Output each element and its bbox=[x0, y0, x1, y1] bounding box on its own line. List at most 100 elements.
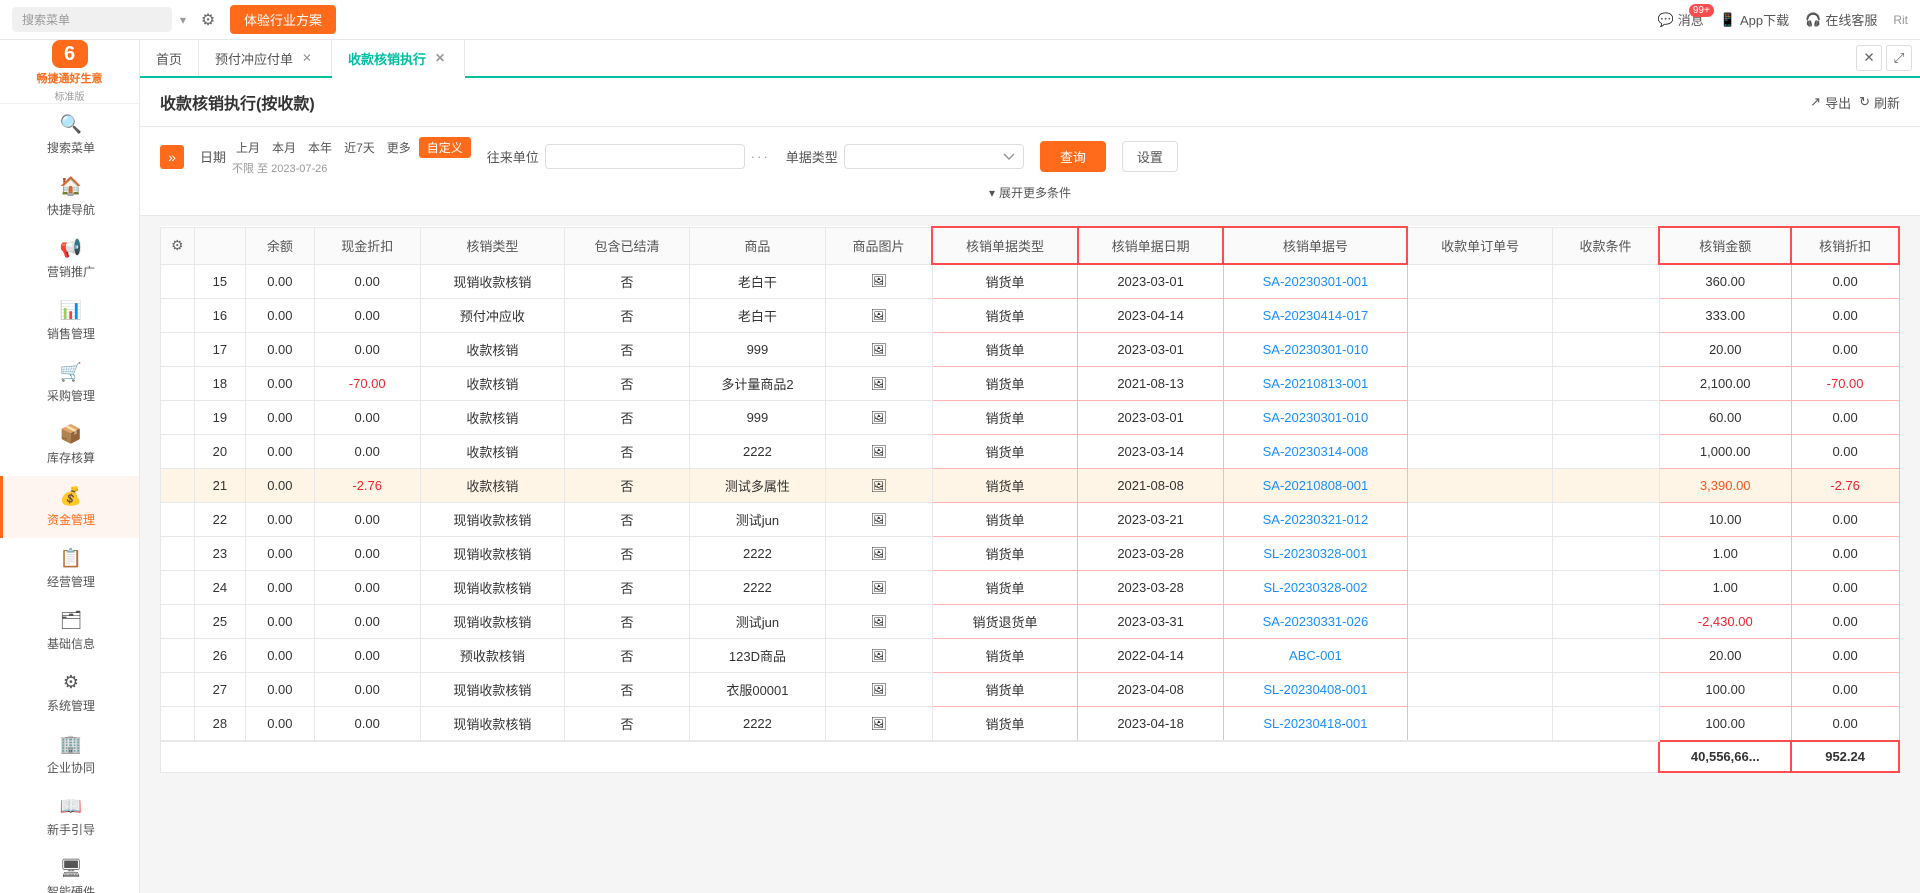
sidebar-item-finance[interactable]: 💰 资金管理 bbox=[0, 476, 139, 538]
counterparty-filter: 往来单位 ··· bbox=[487, 144, 770, 169]
row-verify-doc-date: 2022-04-14 bbox=[1078, 639, 1224, 673]
sidebar-item-hardware[interactable]: 🖥 智能硬件 bbox=[0, 848, 139, 893]
row-no: 22 bbox=[194, 503, 246, 537]
date-custom-btn[interactable]: 自定义 bbox=[419, 137, 471, 158]
row-included-settled: 否 bbox=[564, 264, 689, 299]
table-column-settings-btn[interactable]: ⚙ bbox=[171, 237, 184, 254]
row-product-image: 🖼 bbox=[825, 503, 932, 537]
row-receipt-terms bbox=[1552, 264, 1659, 299]
filter-row: » 日期 上月 本月 本年 近7天 更多 自定义 bbox=[160, 137, 1900, 176]
sidebar-item-corp[interactable]: 🏢 企业协同 bbox=[0, 724, 139, 786]
row-included-settled: 否 bbox=[564, 333, 689, 367]
row-verify-doc-no[interactable]: SA-20230331-026 bbox=[1223, 605, 1407, 639]
row-verify-doc-no[interactable]: SL-20230418-001 bbox=[1223, 707, 1407, 742]
row-verify-doc-type: 销货单 bbox=[932, 503, 1078, 537]
row-receipt-order-no bbox=[1407, 503, 1552, 537]
row-no: 18 bbox=[194, 367, 246, 401]
sidebar-item-sales[interactable]: 📊 销售管理 bbox=[0, 290, 139, 352]
row-verify-doc-no[interactable]: SL-20230328-001 bbox=[1223, 537, 1407, 571]
tab-prepay[interactable]: 预付冲应付单 ✕ bbox=[199, 40, 332, 76]
date-prev-month-btn[interactable]: 上月 bbox=[232, 137, 264, 158]
voucher-type-select[interactable] bbox=[844, 144, 1024, 169]
corp-icon: 🏢 bbox=[60, 734, 82, 755]
row-verify-doc-no[interactable]: SA-20230414-017 bbox=[1223, 299, 1407, 333]
row-receipt-order-no bbox=[1407, 639, 1552, 673]
table-scroll[interactable]: ⚙ 余额 现金折扣 核销类型 包含已结清 商品 商品图片 核销单据类型 核销 bbox=[160, 216, 1900, 773]
row-verify-doc-no[interactable]: SA-20230301-010 bbox=[1223, 401, 1407, 435]
query-btn[interactable]: 查询 bbox=[1040, 141, 1106, 172]
row-cash-discount: 0.00 bbox=[314, 333, 420, 367]
row-verify-doc-no[interactable]: SA-20230301-001 bbox=[1223, 264, 1407, 299]
th-balance: 余额 bbox=[246, 227, 314, 264]
row-receipt-order-no bbox=[1407, 401, 1552, 435]
sidebar-item-system[interactable]: ⚙ 系统管理 bbox=[0, 662, 139, 724]
row-included-settled: 否 bbox=[564, 673, 689, 707]
message-btn[interactable]: 💬 消息 99+ bbox=[1658, 10, 1704, 29]
row-verify-doc-date: 2023-03-21 bbox=[1078, 503, 1224, 537]
row-verify-doc-no[interactable]: SA-20210813-001 bbox=[1223, 367, 1407, 401]
date-more-btn[interactable]: 更多 bbox=[383, 137, 415, 158]
row-receipt-order-no bbox=[1407, 707, 1552, 742]
row-verify-type: 现销收款核销 bbox=[420, 537, 564, 571]
filter-expand-btn[interactable]: » bbox=[160, 145, 184, 169]
row-verify-amount: 100.00 bbox=[1659, 673, 1791, 707]
row-verify-doc-date: 2023-03-01 bbox=[1078, 264, 1224, 299]
row-no: 25 bbox=[194, 605, 246, 639]
date-7days-btn[interactable]: 近7天 bbox=[340, 137, 379, 158]
th-no bbox=[194, 227, 246, 264]
row-verify-doc-no[interactable]: SA-20210808-001 bbox=[1223, 469, 1407, 503]
export-btn[interactable]: ↗ 导出 bbox=[1810, 93, 1851, 112]
refresh-btn[interactable]: ↻ 刷新 bbox=[1859, 93, 1900, 112]
sidebar-item-marketing[interactable]: 📢 营销推广 bbox=[0, 228, 139, 290]
sidebar-item-guide[interactable]: 📖 新手引导 bbox=[0, 786, 139, 848]
row-verify-doc-type: 销货单 bbox=[932, 435, 1078, 469]
row-verify-amount: 10.00 bbox=[1659, 503, 1791, 537]
tab-bar: 首页 预付冲应付单 ✕ 收款核销执行 ✕ ✕ ⤢ bbox=[140, 40, 1920, 78]
row-receipt-terms bbox=[1552, 435, 1659, 469]
sidebar-item-purchase[interactable]: 🛒 采购管理 bbox=[0, 352, 139, 414]
row-product: 2222 bbox=[690, 537, 826, 571]
filter-settings-btn[interactable]: 设置 bbox=[1122, 141, 1178, 172]
sidebar-item-quick-nav[interactable]: 🏠 快捷导航 bbox=[0, 166, 139, 228]
row-product: 2222 bbox=[690, 571, 826, 605]
row-included-settled: 否 bbox=[564, 503, 689, 537]
row-product-image: 🖼 bbox=[825, 673, 932, 707]
expand-more-btn[interactable]: ▾ 展开更多条件 bbox=[160, 180, 1900, 205]
page-title: 收款核销执行(按收款) bbox=[160, 90, 315, 114]
app-download-btn[interactable]: 📱 App下载 bbox=[1720, 10, 1789, 29]
row-verify-doc-no[interactable]: SA-20230321-012 bbox=[1223, 503, 1407, 537]
counterparty-input[interactable] bbox=[545, 144, 745, 169]
finance-icon: 💰 bbox=[60, 486, 82, 507]
date-this-month-btn[interactable]: 本月 bbox=[268, 137, 300, 158]
dropdown-arrow-icon[interactable]: ▾ bbox=[180, 13, 186, 27]
sidebar-item-inventory[interactable]: 📦 库存核算 bbox=[0, 414, 139, 476]
row-verify-doc-no[interactable]: SA-20230314-008 bbox=[1223, 435, 1407, 469]
date-this-year-btn[interactable]: 本年 bbox=[304, 137, 336, 158]
tab-expand-btn[interactable]: ⤢ bbox=[1886, 45, 1912, 71]
sidebar-item-operation[interactable]: 📋 经营管理 bbox=[0, 538, 139, 600]
row-verify-doc-date: 2023-03-28 bbox=[1078, 571, 1224, 605]
tab-close-window-btn[interactable]: ✕ bbox=[1856, 45, 1882, 71]
tab-prepay-close[interactable]: ✕ bbox=[299, 50, 315, 66]
row-settings bbox=[161, 333, 195, 367]
search-input[interactable]: 搜索菜单 bbox=[12, 7, 172, 32]
row-verify-doc-no[interactable]: ABC-001 bbox=[1223, 639, 1407, 673]
row-verify-amount: -2,430.00 bbox=[1659, 605, 1791, 639]
row-verify-doc-no[interactable]: SA-20230301-010 bbox=[1223, 333, 1407, 367]
row-verify-doc-no[interactable]: SL-20230328-002 bbox=[1223, 571, 1407, 605]
row-verify-doc-date: 2021-08-08 bbox=[1078, 469, 1224, 503]
settings-icon[interactable]: ⚙ bbox=[194, 6, 222, 34]
sidebar-item-basic[interactable]: 🗂 基础信息 bbox=[0, 600, 139, 662]
row-verify-doc-no[interactable]: SL-20230408-001 bbox=[1223, 673, 1407, 707]
industry-btn[interactable]: 体验行业方案 bbox=[230, 5, 336, 34]
table-row: 210.00-2.76收款核销否测试多属性🖼销货单2021-08-08SA-20… bbox=[161, 469, 1900, 503]
tab-home[interactable]: 首页 bbox=[140, 40, 199, 76]
row-verify-type: 预付冲应收 bbox=[420, 299, 564, 333]
online-service-btn[interactable]: 🎧 在线客服 bbox=[1805, 10, 1877, 29]
row-verify-discount: 0.00 bbox=[1791, 673, 1899, 707]
tab-receivable[interactable]: 收款核销执行 ✕ bbox=[332, 40, 465, 78]
sidebar-item-search[interactable]: 🔍 搜索菜单 bbox=[0, 104, 139, 166]
tab-receivable-close[interactable]: ✕ bbox=[432, 50, 448, 66]
row-verify-doc-type: 销货单 bbox=[932, 571, 1078, 605]
row-verify-doc-type: 销货单 bbox=[932, 537, 1078, 571]
